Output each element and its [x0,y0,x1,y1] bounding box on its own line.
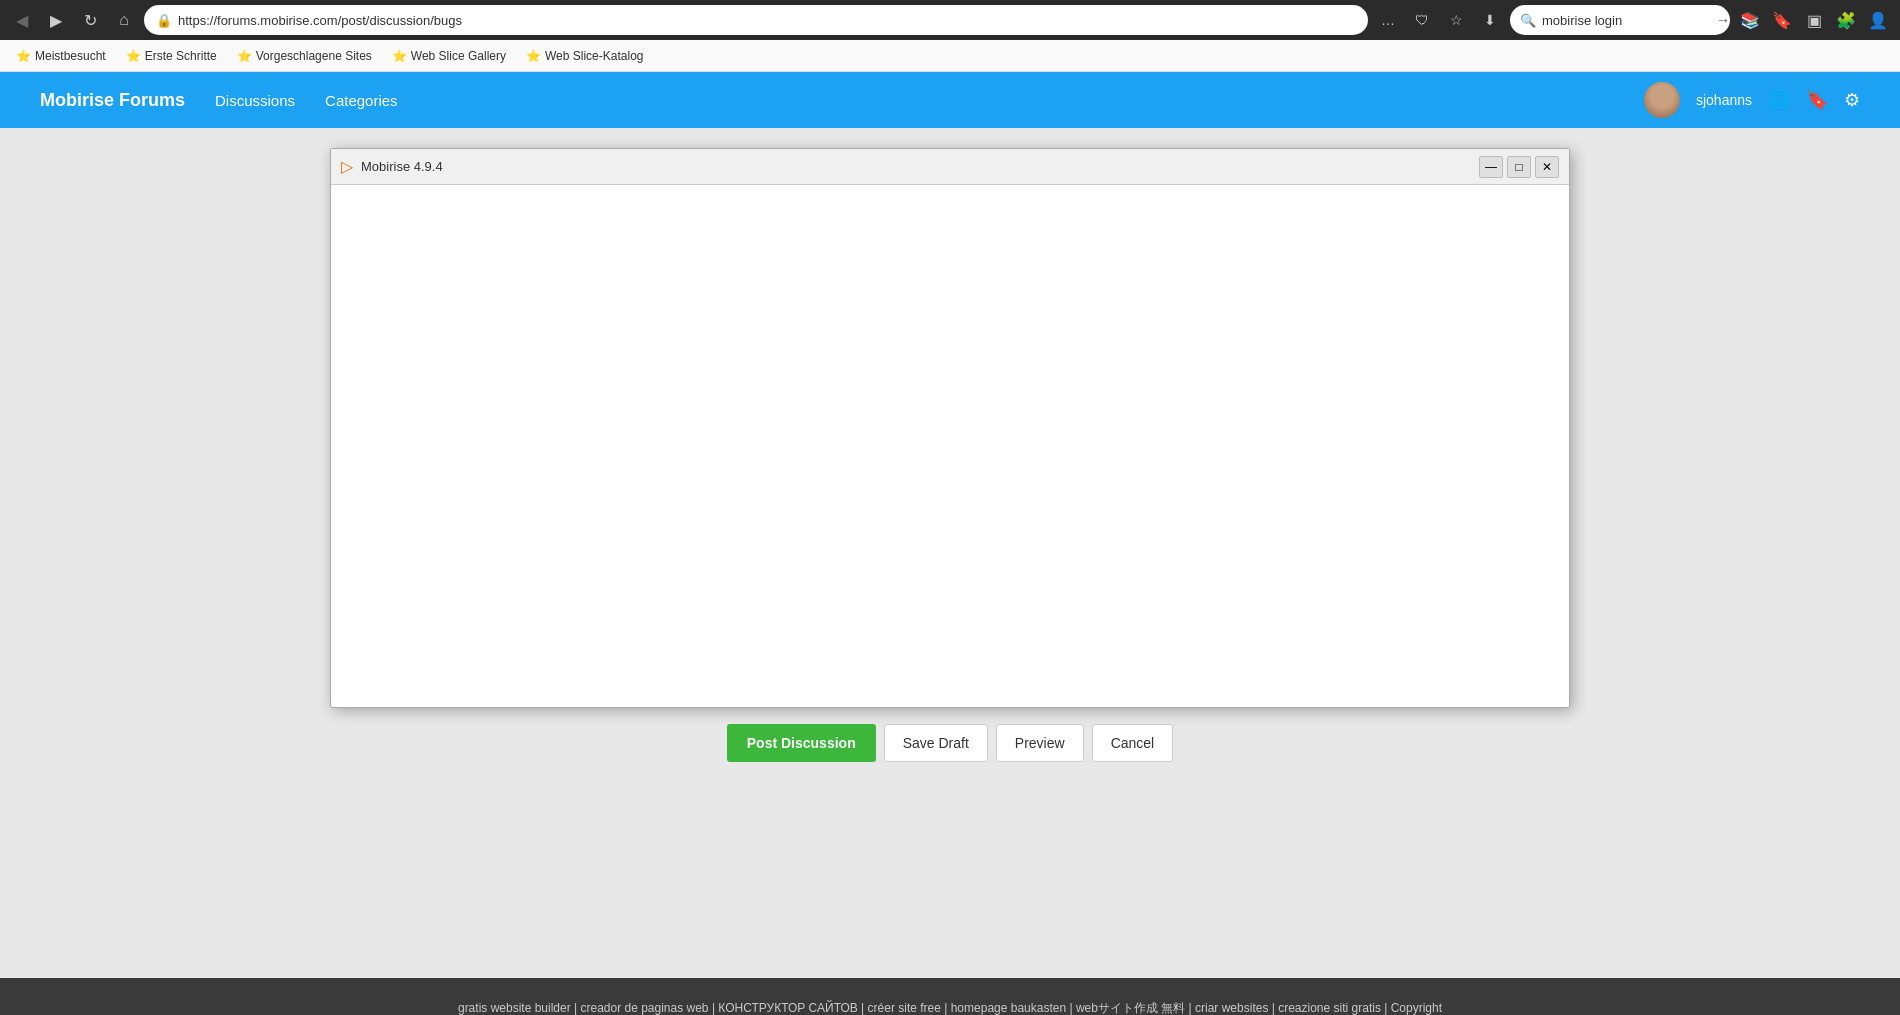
url-text: https://forums.mobirise.com/post/discuss… [178,13,1356,28]
forward-button[interactable]: ▶ [42,6,70,34]
bookmark-star-icon-4: ⭐ [392,49,407,63]
bookmark-label-2: Erste Schritte [145,49,217,63]
close-button[interactable]: ✕ [1535,156,1559,178]
cancel-button[interactable]: Cancel [1092,724,1174,762]
back-button[interactable]: ◀ [8,6,36,34]
nav-username[interactable]: sjohanns [1696,92,1752,108]
nav-bookmark-icon[interactable]: 🔖 [1806,89,1828,111]
bookmark-star-icon: ⭐ [16,49,31,63]
bookmark-web-slice-katalog[interactable]: ⭐ Web Slice-Katalog [518,47,652,65]
site-nav-right: sjohanns 🌐 🔖 ⚙ [1644,82,1860,118]
search-go-button[interactable]: → [1716,12,1730,28]
modal-body [331,185,1569,705]
action-buttons: Post Discussion Save Draft Preview Cance… [727,720,1173,766]
browser-chrome: ◀ ▶ ↻ ⌂ 🔒 https://forums.mobirise.com/po… [0,0,1900,72]
nav-settings-icon[interactable]: ⚙ [1844,89,1860,111]
save-draft-button[interactable]: Save Draft [884,724,988,762]
maximize-button[interactable]: □ [1507,156,1531,178]
browser-toolbar: ◀ ▶ ↻ ⌂ 🔒 https://forums.mobirise.com/po… [0,0,1900,40]
shield-button[interactable]: 🛡 [1408,6,1436,34]
refresh-button[interactable]: ↻ [76,6,104,34]
home-button[interactable]: ⌂ [110,6,138,34]
star-button[interactable]: ☆ [1442,6,1470,34]
bookmark-meistbesucht[interactable]: ⭐ Meistbesucht [8,47,114,65]
search-bar[interactable]: 🔍 → [1510,5,1730,35]
avatar[interactable] [1644,82,1680,118]
site-footer: gratis website builder | creador de pagi… [0,978,1900,1015]
modal-title-buttons: — □ ✕ [1479,156,1559,178]
window-icon[interactable]: ▣ [1800,6,1828,34]
modal-titlebar: ▷ Mobirise 4.9.4 — □ ✕ [331,149,1569,185]
bookmark-star-icon-5: ⭐ [526,49,541,63]
search-input[interactable] [1542,13,1710,28]
nav-globe-icon[interactable]: 🌐 [1768,89,1790,111]
bookmark-erste-schritte[interactable]: ⭐ Erste Schritte [118,47,225,65]
bookmark-label-5: Web Slice-Katalog [545,49,644,63]
download-button[interactable]: ⬇ [1476,6,1504,34]
site-nav-left: Mobirise Forums Discussions Categories [40,90,398,111]
bookmark-star-icon-3: ⭐ [237,49,252,63]
app-icon: ▷ [341,157,353,176]
site-brand[interactable]: Mobirise Forums [40,90,185,111]
bookmark-label-4: Web Slice Gallery [411,49,506,63]
modal-title-left: ▷ Mobirise 4.9.4 [341,157,443,176]
modal-title-text: Mobirise 4.9.4 [361,159,443,174]
bookmark-star-icon-2: ⭐ [126,49,141,63]
address-bar[interactable]: 🔒 https://forums.mobirise.com/post/discu… [144,5,1368,35]
extensions-icon[interactable]: 🧩 [1832,6,1860,34]
bookmark-label-3: Vorgeschlagene Sites [256,49,372,63]
search-icon: 🔍 [1520,13,1536,28]
modal-window: ▷ Mobirise 4.9.4 — □ ✕ [330,148,1570,708]
footer-line1: gratis website builder | creador de pagi… [40,998,1860,1015]
preview-button[interactable]: Preview [996,724,1084,762]
lock-icon: 🔒 [156,13,172,28]
nav-categories[interactable]: Categories [325,92,398,109]
site-navbar: Mobirise Forums Discussions Categories s… [0,72,1900,128]
post-discussion-button[interactable]: Post Discussion [727,724,876,762]
profile-icon[interactable]: 👤 [1864,6,1892,34]
bookmark-label: Meistbesucht [35,49,106,63]
bookmark-web-slice-gallery[interactable]: ⭐ Web Slice Gallery [384,47,514,65]
bookmark-icon[interactable]: 🔖 [1768,6,1796,34]
bookmark-vorgeschlagene[interactable]: ⭐ Vorgeschlagene Sites [229,47,380,65]
more-button[interactable]: … [1374,6,1402,34]
bookmarks-bar: ⭐ Meistbesucht ⭐ Erste Schritte ⭐ Vorges… [0,40,1900,72]
minimize-button[interactable]: — [1479,156,1503,178]
profile-icons: 📚 🔖 ▣ 🧩 👤 [1736,6,1892,34]
library-icon[interactable]: 📚 [1736,6,1764,34]
nav-discussions[interactable]: Discussions [215,92,295,109]
page-content: ▷ Mobirise 4.9.4 — □ ✕ Post Discussion S… [0,128,1900,978]
